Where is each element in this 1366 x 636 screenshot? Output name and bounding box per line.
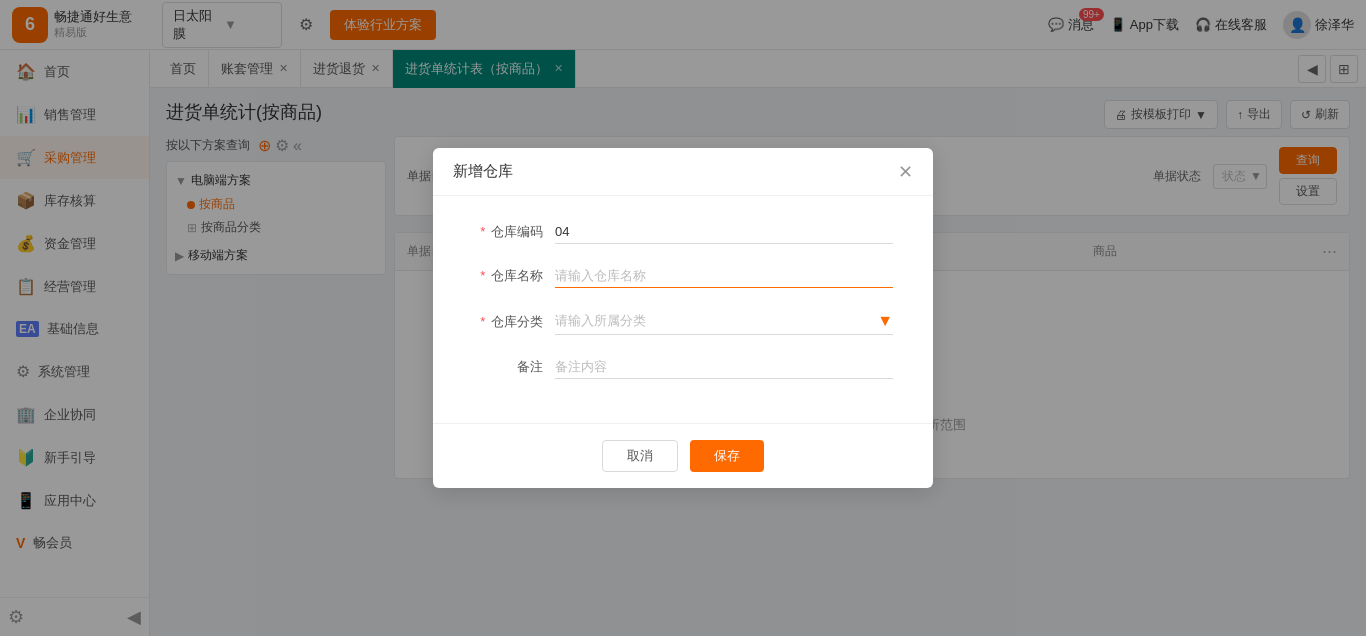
category-form-label: * 仓库分类 — [473, 313, 543, 331]
required-star-name: * — [480, 268, 485, 283]
modal-close-btn[interactable]: ✕ — [898, 163, 913, 181]
name-input[interactable] — [555, 264, 893, 288]
form-row-note: 备注 — [473, 355, 893, 379]
modal-footer: 取消 保存 — [433, 423, 933, 488]
modal-title: 新增仓库 — [453, 162, 513, 181]
required-star-cat: * — [480, 314, 485, 329]
code-label: * 仓库编码 — [473, 223, 543, 241]
modal-header: 新增仓库 ✕ — [433, 148, 933, 196]
cancel-button[interactable]: 取消 — [602, 440, 678, 472]
modal-overlay[interactable]: 新增仓库 ✕ * 仓库编码 * 仓库名称 — [0, 0, 1366, 636]
modal-dialog: 新增仓库 ✕ * 仓库编码 * 仓库名称 — [433, 148, 933, 488]
form-row-code: * 仓库编码 — [473, 220, 893, 244]
category-dropdown-arrow: ▼ — [877, 312, 893, 330]
form-row-category: * 仓库分类 请输入所属分类 ▼ — [473, 308, 893, 335]
note-form-label: 备注 — [473, 358, 543, 376]
save-button[interactable]: 保存 — [690, 440, 764, 472]
category-select[interactable]: 请输入所属分类 ▼ — [555, 308, 893, 335]
code-input[interactable] — [555, 220, 893, 244]
form-row-name: * 仓库名称 — [473, 264, 893, 288]
note-input[interactable] — [555, 355, 893, 379]
name-label: * 仓库名称 — [473, 267, 543, 285]
modal-body: * 仓库编码 * 仓库名称 * 仓库分类 请输入 — [433, 196, 933, 423]
category-placeholder: 请输入所属分类 — [555, 312, 877, 330]
required-star-code: * — [480, 224, 485, 239]
